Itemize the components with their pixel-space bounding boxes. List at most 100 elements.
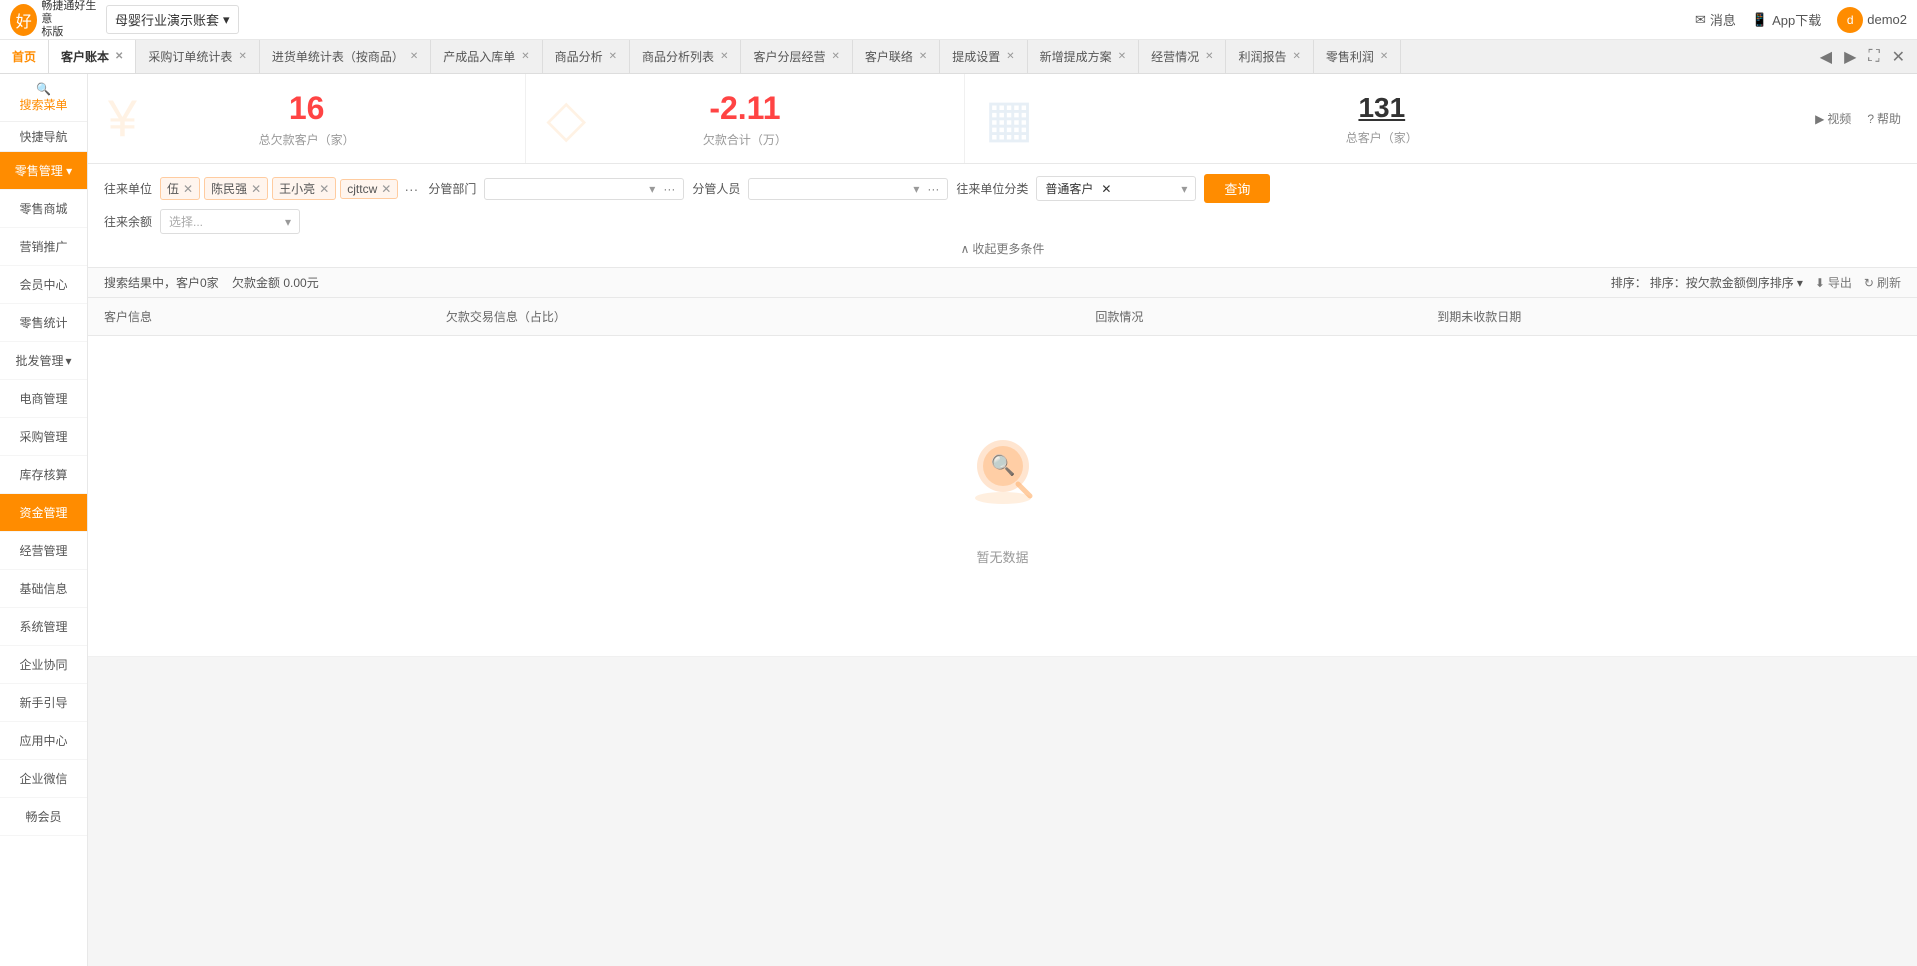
search-icon: 🔍 <box>36 82 51 96</box>
tab-customer-contact[interactable]: 客户联络 ✕ <box>853 40 940 74</box>
tab-close-icon[interactable]: ✕ <box>115 51 123 62</box>
filter-tag-wu: 伍 ✕ <box>160 177 200 200</box>
stat-total-customers-value: 131 <box>1358 91 1405 125</box>
sidebar-item-operations[interactable]: 经营管理 <box>0 532 87 570</box>
tab-product-analysis[interactable]: 商品分析 ✕ <box>543 40 630 74</box>
sidebar-item-finance[interactable]: 资金管理 <box>0 494 87 532</box>
filter-balance-label: 往来余额 <box>104 213 152 230</box>
sidebar-item-ecommerce[interactable]: 电商管理 <box>0 380 87 418</box>
filter-person-select[interactable]: ▾ ··· <box>748 178 948 200</box>
tab-purchase-stats[interactable]: 进货单统计表（按商品） ✕ <box>260 40 431 74</box>
tab-commission-settings[interactable]: 提成设置 ✕ <box>940 40 1027 74</box>
sidebar-item-purchase[interactable]: 采购管理 <box>0 418 87 456</box>
top-bar-left: 好 畅捷通好生意 标版 母婴行业演示账套 ▾ <box>10 0 239 39</box>
sidebar-item-wechat[interactable]: 企业微信 <box>0 760 87 798</box>
stat-total-customers-label: 总客户（家） <box>1346 129 1418 146</box>
sidebar-item-member[interactable]: 会员中心 <box>0 266 87 304</box>
app-download-action[interactable]: 📱 App下载 <box>1752 10 1821 29</box>
refresh-button[interactable]: ↻ 刷新 <box>1864 274 1901 291</box>
sidebar-item-member-vip[interactable]: 畅会员 <box>0 798 87 836</box>
sidebar-item-retail-stats[interactable]: 零售统计 <box>0 304 87 342</box>
remove-tag-chenminqiang[interactable]: ✕ <box>251 182 261 196</box>
tab-close-icon[interactable]: ✕ <box>1293 51 1301 62</box>
sidebar-item-app-center[interactable]: 应用中心 <box>0 722 87 760</box>
help-action[interactable]: ? 帮助 <box>1867 110 1901 127</box>
filter-dept-select[interactable]: ▾ ··· <box>484 178 684 200</box>
empty-state-cell: 🔍 暂无数据 <box>88 336 1917 657</box>
tab-profit-report[interactable]: 利润报告 ✕ <box>1226 40 1313 74</box>
empty-state: 🔍 暂无数据 <box>104 346 1901 646</box>
tab-close-all-icon[interactable]: ✕ <box>1888 47 1909 67</box>
tab-close-icon[interactable]: ✕ <box>1118 51 1126 62</box>
query-button[interactable]: 查询 <box>1204 174 1270 203</box>
tab-close-icon[interactable]: ✕ <box>521 51 529 62</box>
stats-header: ¥ 16 总欠款客户（家） ◇ -2.11 欠款合计（万） ▦ 131 总客户（… <box>88 74 1917 164</box>
tab-home[interactable]: 首页 <box>0 40 49 74</box>
remove-unit-class[interactable]: ✕ <box>1101 182 1111 196</box>
tab-product-entry[interactable]: 产成品入库单 ✕ <box>431 40 542 74</box>
svg-text:🔍: 🔍 <box>990 452 1015 477</box>
sort-selector[interactable]: 排序： 排序：按欠款金额倒序排序 ▾ <box>1611 274 1803 291</box>
tab-expand-icon[interactable]: ⛶ <box>1864 48 1883 66</box>
tab-close-icon[interactable]: ✕ <box>1380 51 1388 62</box>
filter-unit-class-select[interactable]: 普通客户 ✕ ▾ <box>1036 176 1196 201</box>
export-button[interactable]: ⬇ 导出 <box>1815 274 1852 291</box>
filter-balance-select[interactable]: 选择... ▾ <box>160 209 300 234</box>
sidebar-quick-nav[interactable]: 快捷导航 <box>0 122 87 152</box>
collapse-button[interactable]: ∧ 收起更多条件 <box>961 240 1045 257</box>
stat-debt-customers-label: 总欠款客户（家） <box>259 131 355 148</box>
col-customer-info: 客户信息 <box>88 298 430 336</box>
filter-unit-class-label: 往来单位分类 <box>956 180 1028 197</box>
more-dept-icon[interactable]: ··· <box>663 182 675 196</box>
tab-add-commission[interactable]: 新增提成方案 ✕ <box>1028 40 1139 74</box>
stat-bg-icon-1: ¥ <box>108 89 137 149</box>
filter-dept-label: 分管部门 <box>428 180 476 197</box>
filter-unit-tags: 伍 ✕ 陈民强 ✕ 王小亮 ✕ cjttcw ✕ ··· <box>160 177 420 200</box>
video-action[interactable]: ▶ 视频 <box>1815 110 1851 127</box>
tab-purchase-order[interactable]: 采购订单统计表 ✕ <box>136 40 259 74</box>
sidebar-item-basic-info[interactable]: 基础信息 <box>0 570 87 608</box>
empty-icon: 🔍 <box>958 426 1048 535</box>
sidebar-search[interactable]: 🔍 搜索菜单 <box>0 74 87 122</box>
tab-prev-icon[interactable]: ◀ <box>1816 47 1836 67</box>
export-icon: ⬇ <box>1815 276 1825 290</box>
tab-close-icon[interactable]: ✕ <box>831 51 839 62</box>
sidebar-item-wholesale[interactable]: 批发管理 ▾ <box>0 342 87 380</box>
sidebar-item-guide[interactable]: 新手引导 <box>0 684 87 722</box>
chevron-icon: ▾ <box>65 354 71 368</box>
tab-retail-profit[interactable]: 零售利润 ✕ <box>1314 40 1401 74</box>
message-label: 消息 <box>1710 10 1736 29</box>
tab-customer-account[interactable]: 客户账本 ✕ <box>49 40 136 74</box>
username-label: demo2 <box>1867 12 1907 27</box>
remove-tag-wu[interactable]: ✕ <box>183 182 193 196</box>
sidebar-item-system[interactable]: 系统管理 <box>0 608 87 646</box>
workspace-name: 母婴行业演示账套 <box>115 10 219 29</box>
sidebar-item-inventory[interactable]: 库存核算 <box>0 456 87 494</box>
tab-next-icon[interactable]: ▶ <box>1840 47 1860 67</box>
sidebar-item-enterprise[interactable]: 企业协同 <box>0 646 87 684</box>
tab-close-icon[interactable]: ✕ <box>1006 51 1014 62</box>
tab-close-icon[interactable]: ✕ <box>919 51 927 62</box>
message-action[interactable]: ✉ 消息 <box>1695 10 1736 29</box>
sidebar-item-marketing[interactable]: 营销推广 <box>0 228 87 266</box>
tab-product-analysis-list[interactable]: 商品分析列表 ✕ <box>630 40 741 74</box>
workspace-selector[interactable]: 母婴行业演示账套 ▾ <box>106 5 239 34</box>
col-repayment: 回款情况 <box>1079 298 1421 336</box>
sidebar-item-retail-store[interactable]: 零售商城 <box>0 190 87 228</box>
more-tags-btn[interactable]: ··· <box>402 181 420 197</box>
tab-close-icon[interactable]: ✕ <box>238 51 246 62</box>
avatar: d <box>1837 7 1863 33</box>
remove-tag-cjttcw[interactable]: ✕ <box>381 182 391 196</box>
tab-close-icon[interactable]: ✕ <box>609 51 617 62</box>
chevron-down-icon: ▾ <box>223 12 230 28</box>
tab-close-icon[interactable]: ✕ <box>1205 51 1213 62</box>
tab-customer-layering[interactable]: 客户分层经营 ✕ <box>741 40 852 74</box>
more-person-icon[interactable]: ··· <box>927 182 939 196</box>
remove-tag-wangxiaoliang[interactable]: ✕ <box>319 182 329 196</box>
user-action[interactable]: d demo2 <box>1837 7 1907 33</box>
empty-illustration: 🔍 <box>958 426 1048 516</box>
tab-close-icon[interactable]: ✕ <box>720 51 728 62</box>
sidebar-item-retail-mgmt[interactable]: 零售管理 ▾ <box>0 152 87 190</box>
tab-business-status[interactable]: 经营情况 ✕ <box>1139 40 1226 74</box>
tab-close-icon[interactable]: ✕ <box>410 51 418 62</box>
